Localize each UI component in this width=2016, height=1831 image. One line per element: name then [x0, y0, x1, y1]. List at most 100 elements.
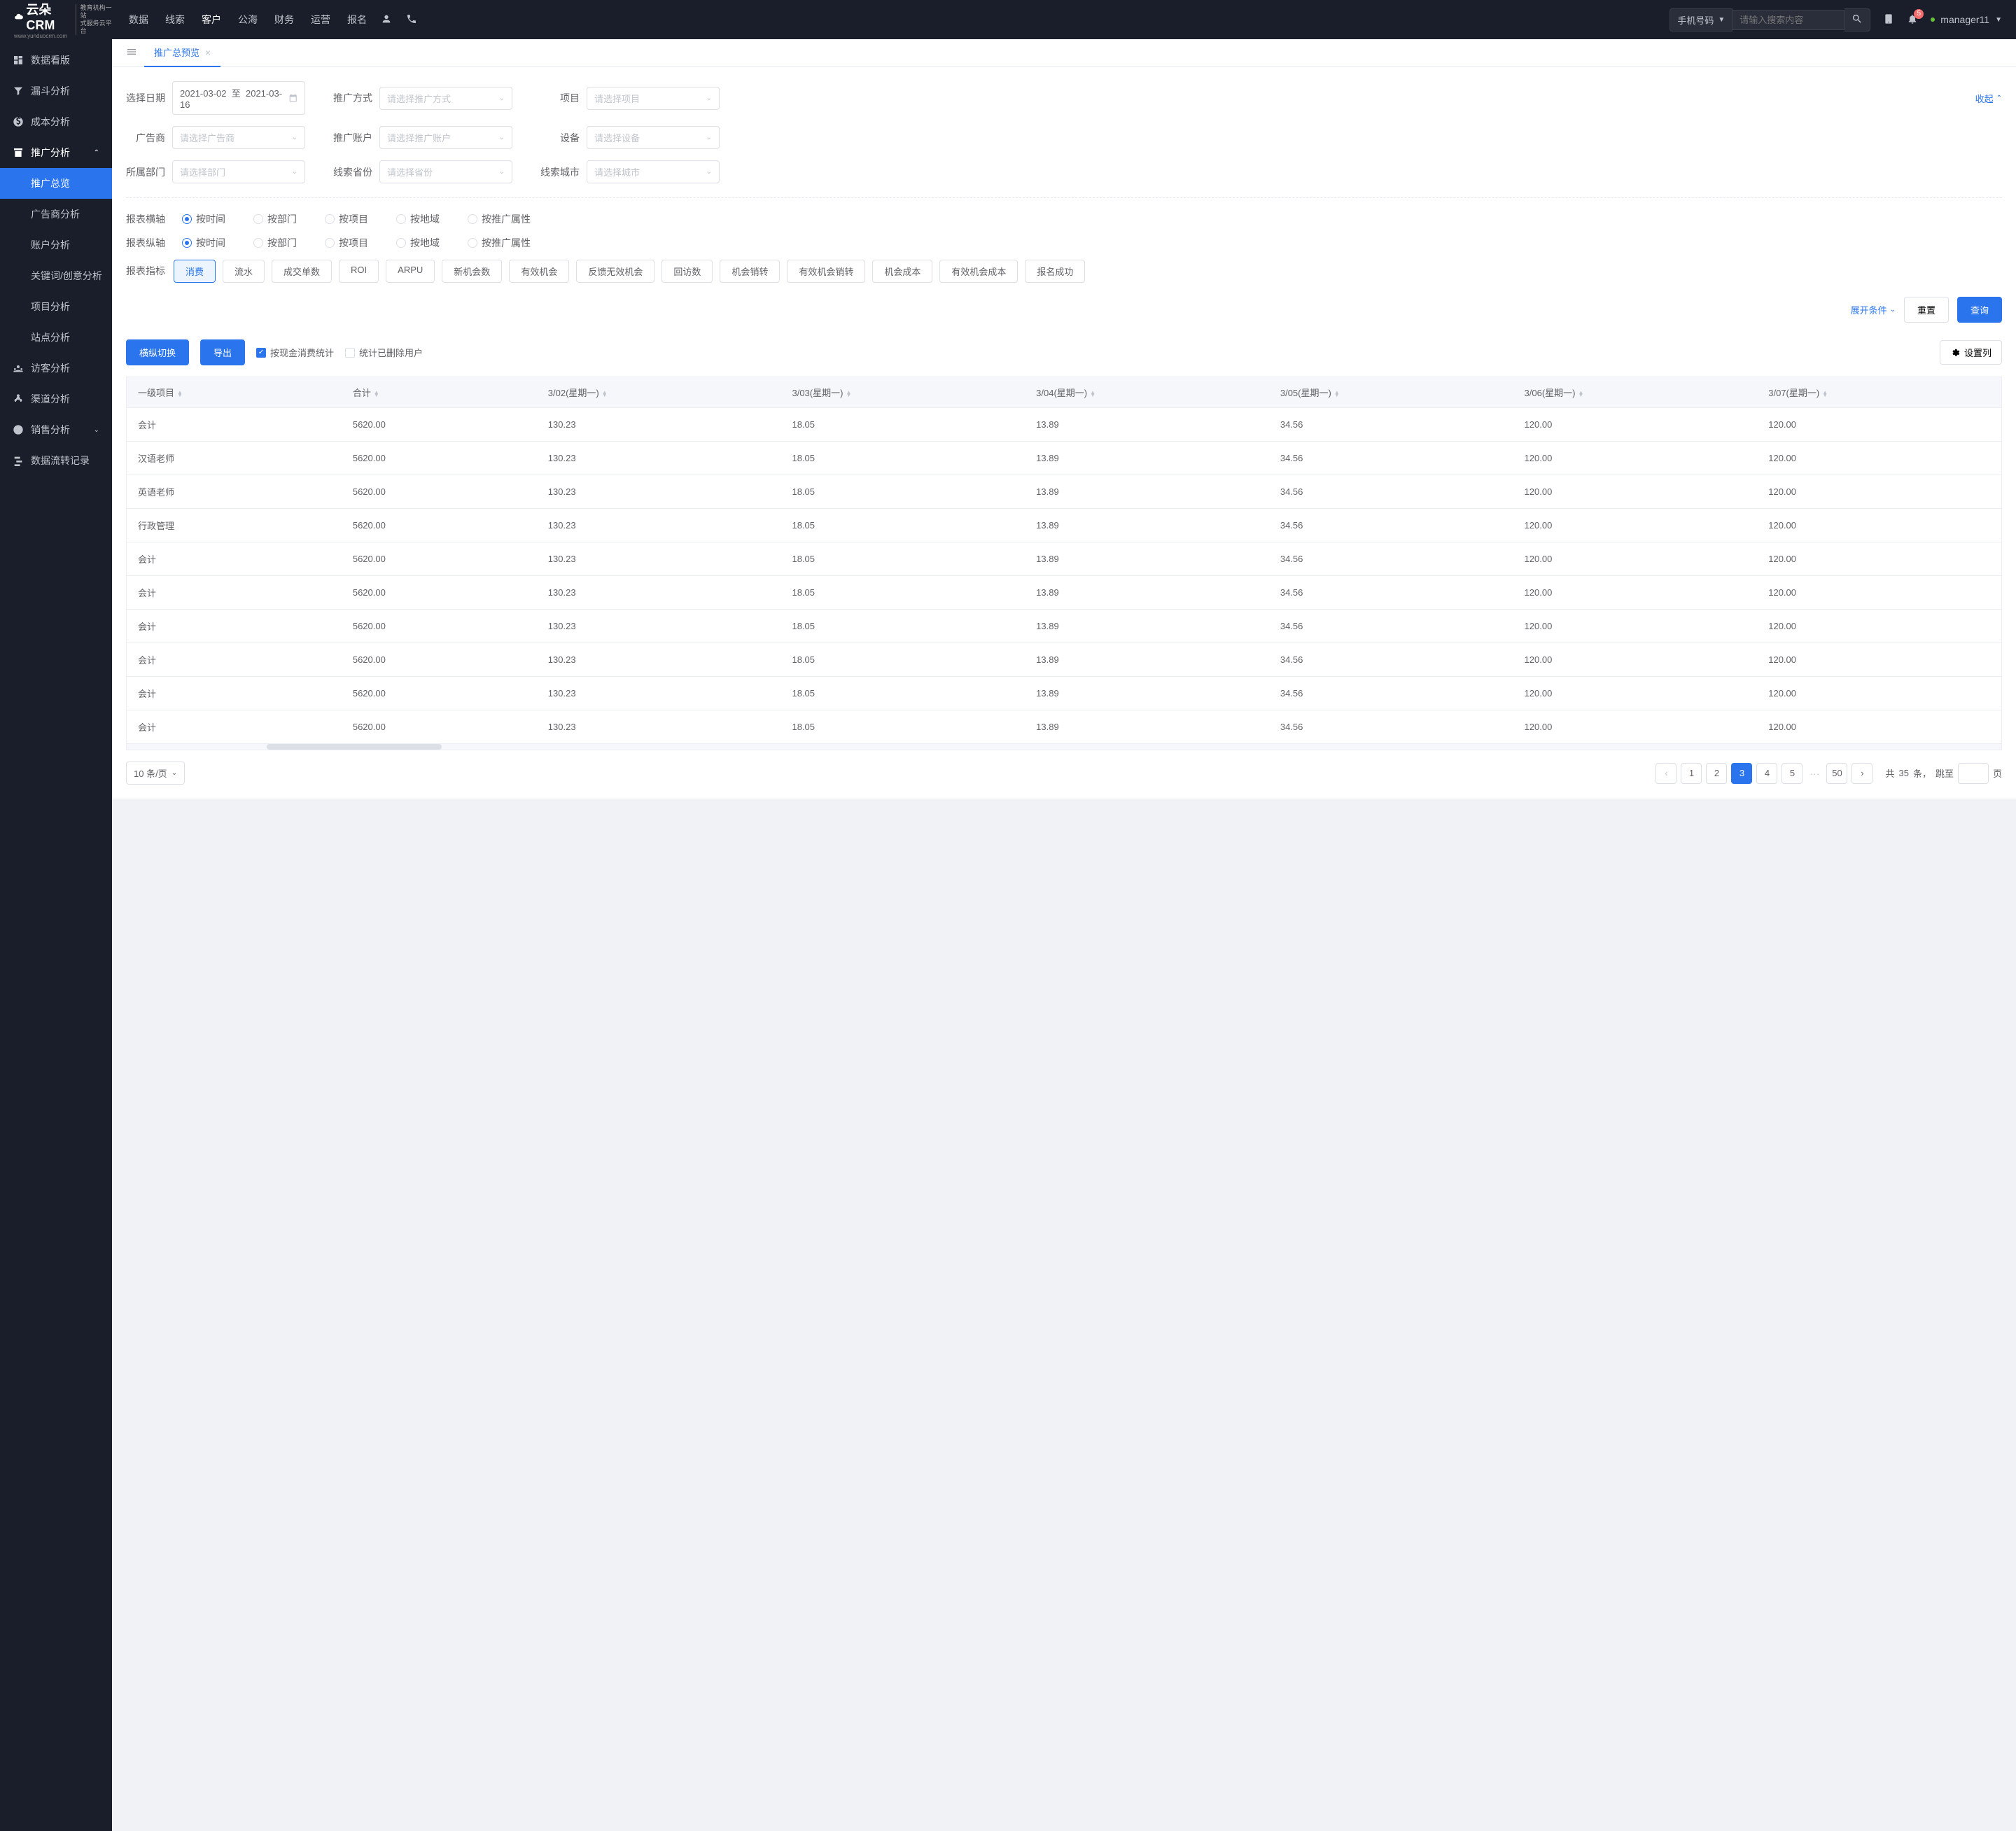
x-axis-radio[interactable]: 按项目	[325, 212, 368, 226]
metric-tag[interactable]: ARPU	[386, 260, 435, 283]
x-axis-radio[interactable]: 按推广属性	[468, 212, 531, 226]
metric-tag[interactable]: ROI	[339, 260, 379, 283]
sidebar-item[interactable]: 销售分析⌄	[0, 414, 112, 445]
project-select[interactable]: 请选择项目⌄	[587, 87, 720, 110]
metric-tag[interactable]: 反馈无效机会	[576, 260, 654, 283]
x-axis-radio[interactable]: 按时间	[182, 212, 225, 226]
user-icon[interactable]	[381, 13, 392, 27]
query-button[interactable]: 查询	[1957, 297, 2002, 323]
notification-icon[interactable]: 5	[1907, 13, 1918, 27]
x-axis-radio[interactable]: 按部门	[253, 212, 297, 226]
top-nav-item[interactable]: 数据	[129, 13, 148, 27]
sidebar-item[interactable]: 推广分析⌃	[0, 137, 112, 168]
x-axis-radio[interactable]: 按地域	[396, 212, 440, 226]
table-header[interactable]: 3/02(星期一)▲▼	[537, 377, 781, 408]
deleted-checkbox[interactable]: 统计已删除用户	[345, 346, 423, 359]
sidebar-sub-item[interactable]: 项目分析	[0, 291, 112, 322]
table-cell: 行政管理	[127, 509, 342, 542]
menu-toggle[interactable]	[119, 46, 144, 59]
expand-conditions[interactable]: 展开条件⌄	[1851, 303, 1896, 316]
sidebar-item[interactable]: 渠道分析	[0, 384, 112, 414]
prev-page[interactable]: ‹	[1656, 763, 1676, 784]
sidebar-sub-item[interactable]: 站点分析	[0, 322, 112, 353]
city-select[interactable]: 请选择城市⌄	[587, 160, 720, 183]
page-size-select[interactable]: 10 条/页 ⌄	[126, 762, 185, 785]
metric-tag[interactable]: 流水	[223, 260, 265, 283]
chevron-up-icon: ⌃	[1996, 94, 2002, 102]
metric-tag[interactable]: 有效机会销转	[787, 260, 865, 283]
cash-checkbox[interactable]: 按现金消费统计	[256, 346, 334, 359]
sidebar-item[interactable]: 访客分析	[0, 353, 112, 384]
table-header[interactable]: 3/07(星期一)▲▼	[1757, 377, 2001, 408]
account-select[interactable]: 请选择推广账户⌄	[379, 126, 512, 149]
radio-label: 按部门	[267, 236, 297, 250]
page-number[interactable]: 1	[1681, 763, 1702, 784]
table-header[interactable]: 一级项目▲▼	[127, 377, 342, 408]
close-icon[interactable]: ×	[205, 47, 211, 58]
last-page[interactable]: 50	[1826, 763, 1847, 784]
page-jump-input[interactable]	[1958, 763, 1989, 784]
y-axis-radio[interactable]: 按项目	[325, 236, 368, 250]
project-label: 项目	[540, 91, 580, 105]
y-axis-radio[interactable]: 按推广属性	[468, 236, 531, 250]
metric-tag[interactable]: 回访数	[662, 260, 713, 283]
y-axis-radio[interactable]: 按时间	[182, 236, 225, 250]
top-nav-item[interactable]: 客户	[202, 13, 221, 27]
top-nav-item[interactable]: 公海	[238, 13, 258, 27]
metric-tag[interactable]: 有效机会成本	[939, 260, 1018, 283]
page-number[interactable]: 3	[1731, 763, 1752, 784]
tab[interactable]: 推广总预览×	[144, 39, 220, 67]
search-button[interactable]	[1844, 8, 1870, 31]
province-select[interactable]: 请选择省份⌄	[379, 160, 512, 183]
table-header[interactable]: 3/06(星期一)▲▼	[1513, 377, 1758, 408]
top-nav-item[interactable]: 报名	[347, 13, 367, 27]
metric-tag[interactable]: 机会成本	[872, 260, 932, 283]
metric-tag[interactable]: 机会销转	[720, 260, 780, 283]
device-select[interactable]: 请选择设备⌄	[587, 126, 720, 149]
table-header[interactable]: 3/04(星期一)▲▼	[1025, 377, 1269, 408]
switch-button[interactable]: 横纵切换	[126, 339, 189, 365]
chevron-down-icon: ⌄	[706, 134, 712, 141]
page-number[interactable]: 5	[1782, 763, 1802, 784]
top-nav-item[interactable]: 运营	[311, 13, 330, 27]
method-select[interactable]: 请选择推广方式⌄	[379, 87, 512, 110]
export-button[interactable]: 导出	[200, 339, 245, 365]
sidebar-item[interactable]: 成本分析	[0, 106, 112, 137]
top-nav-item[interactable]: 线索	[165, 13, 185, 27]
metric-tag[interactable]: 报名成功	[1025, 260, 1085, 283]
sidebar-sub-item[interactable]: 推广总览	[0, 168, 112, 199]
chevron-down-icon: ⌄	[1890, 306, 1896, 314]
settings-button[interactable]: 设置列	[1940, 340, 2002, 365]
sidebar-item[interactable]: 数据流转记录	[0, 445, 112, 476]
logo[interactable]: 云朵CRM www.yunduocrm.com 教育机构一站 式服务云平台	[14, 0, 112, 39]
top-nav-item[interactable]: 财务	[274, 13, 294, 27]
advertiser-select[interactable]: 请选择广告商⌄	[172, 126, 305, 149]
collapse-link[interactable]: 收起⌃	[1975, 92, 2002, 105]
metric-tag[interactable]: 有效机会	[509, 260, 569, 283]
sidebar-sub-item[interactable]: 关键词/创意分析	[0, 260, 112, 291]
reset-button[interactable]: 重置	[1904, 297, 1949, 323]
y-axis-radio[interactable]: 按部门	[253, 236, 297, 250]
user-menu[interactable]: manager11 ▼	[1931, 14, 2002, 25]
page-number[interactable]: 2	[1706, 763, 1727, 784]
sidebar-item[interactable]: 漏斗分析	[0, 76, 112, 106]
phone-icon[interactable]	[406, 13, 417, 27]
mobile-icon[interactable]	[1883, 13, 1894, 27]
table-header[interactable]: 3/03(星期一)▲▼	[780, 377, 1025, 408]
metric-tag[interactable]: 消费	[174, 260, 216, 283]
sidebar-item[interactable]: 数据看版	[0, 45, 112, 76]
metric-tag[interactable]: 新机会数	[442, 260, 502, 283]
search-type-select[interactable]: 手机号码 ▼	[1670, 8, 1732, 31]
table-header[interactable]: 合计▲▼	[342, 377, 537, 408]
date-range-picker[interactable]: 2021-03-02 至 2021-03-16	[172, 81, 305, 115]
search-input[interactable]	[1732, 10, 1844, 30]
sidebar-sub-item[interactable]: 广告商分析	[0, 199, 112, 230]
sidebar-sub-item[interactable]: 账户分析	[0, 230, 112, 260]
page-number[interactable]: 4	[1756, 763, 1777, 784]
scrollbar[interactable]	[127, 744, 2001, 750]
table-header[interactable]: 3/05(星期一)▲▼	[1269, 377, 1513, 408]
next-page[interactable]: ›	[1851, 763, 1872, 784]
dept-select[interactable]: 请选择部门⌄	[172, 160, 305, 183]
metric-tag[interactable]: 成交单数	[272, 260, 332, 283]
y-axis-radio[interactable]: 按地域	[396, 236, 440, 250]
